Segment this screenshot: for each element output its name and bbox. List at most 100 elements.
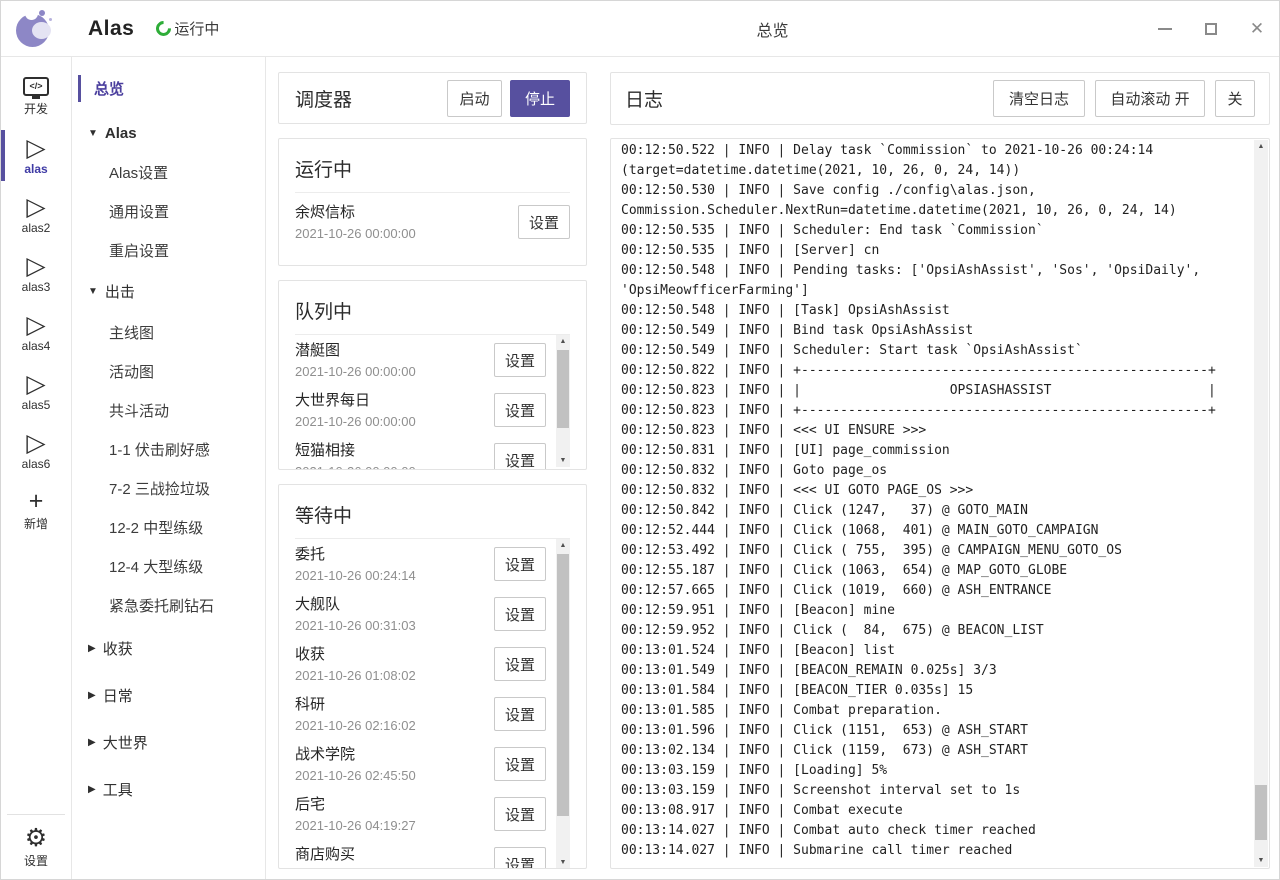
running-title: 运行中	[295, 151, 570, 193]
nav-item-12-2[interactable]: 12-2 中型练级	[72, 508, 265, 547]
play-icon: ▷	[26, 371, 45, 397]
log-scrollbar[interactable]: ▲ ▼	[1254, 140, 1268, 867]
task-setting-button[interactable]: 设置	[494, 797, 546, 831]
task-setting-button[interactable]: 设置	[494, 343, 546, 377]
chevron-right-icon: ▶	[88, 690, 96, 701]
scroll-up-icon[interactable]: ▲	[556, 335, 570, 348]
nav-item-general-settings[interactable]: 通用设置	[72, 192, 265, 231]
nav-group-sortie[interactable]: ▼ 出击	[72, 270, 265, 313]
nav-group-tools[interactable]: ▶ 工具	[72, 766, 265, 813]
nav-group-daily[interactable]: ▶ 日常	[72, 672, 265, 719]
nav-item-urgent-commission[interactable]: 紧急委托刷钻石	[72, 586, 265, 625]
sidebar-item-alas5[interactable]: ▷ alas5	[1, 362, 71, 421]
task-setting-button[interactable]: 设置	[494, 847, 546, 869]
task-row: 战术学院 2021-10-26 02:45:50 设置	[295, 739, 570, 789]
scroll-thumb[interactable]	[1255, 785, 1267, 840]
window-controls: ✕	[1157, 1, 1265, 57]
queue-scrollbar[interactable]: ▲ ▼	[556, 335, 570, 467]
nav-group-reward[interactable]: ▶ 收获	[72, 625, 265, 672]
task-row: 委托 2021-10-26 00:24:14 设置	[295, 539, 570, 589]
task-row: 余烬信标 2021-10-26 00:00:00 设置	[295, 193, 570, 251]
nav-item-restart-settings[interactable]: 重启设置	[72, 231, 265, 270]
titlebar: Alas 运行中 总览 ✕	[1, 1, 1279, 57]
task-row: 收获 2021-10-26 01:08:02 设置	[295, 639, 570, 689]
scroll-down-icon[interactable]: ▼	[556, 856, 570, 869]
app-name: Alas	[88, 17, 134, 41]
scroll-thumb[interactable]	[557, 554, 569, 816]
gear-icon: ⚙	[25, 825, 47, 851]
task-setting-button[interactable]: 设置	[518, 205, 570, 239]
scroll-up-icon[interactable]: ▲	[556, 539, 570, 552]
task-row: 潜艇图 2021-10-26 00:00:00 设置	[295, 335, 570, 385]
clear-log-button[interactable]: 清空日志	[993, 80, 1085, 117]
play-icon: ▷	[26, 194, 45, 220]
chevron-right-icon: ▶	[88, 737, 96, 748]
stop-button[interactable]: 停止	[510, 80, 570, 117]
chevron-right-icon: ▶	[88, 643, 96, 654]
status-text: 运行中	[174, 18, 219, 39]
task-row: 科研 2021-10-26 02:16:02 设置	[295, 689, 570, 739]
instance-sidebar: </> 开发 ▷ alas ▷ alas2 ▷ alas3 ▷ alas4 ▷ …	[1, 57, 72, 879]
nav-group-opsi[interactable]: ▶ 大世界	[72, 719, 265, 766]
task-row: 后宅 2021-10-26 04:19:27 设置	[295, 789, 570, 839]
close-icon[interactable]: ✕	[1249, 21, 1265, 37]
nav-menu: 总览 ▼ Alas Alas设置 通用设置 重启设置 ▼ 出击 主线图 活动图 …	[72, 57, 266, 879]
app-logo-icon	[16, 10, 54, 48]
sidebar-item-dev[interactable]: </> 开发	[1, 67, 71, 126]
task-setting-button[interactable]: 设置	[494, 647, 546, 681]
nav-item-main-map[interactable]: 主线图	[72, 313, 265, 352]
sidebar-item-settings[interactable]: ⚙ 设置	[1, 815, 71, 879]
task-setting-button[interactable]: 设置	[494, 393, 546, 427]
task-setting-button[interactable]: 设置	[494, 443, 546, 470]
nav-item-7-2[interactable]: 7-2 三战捡垃圾	[72, 469, 265, 508]
maximize-icon[interactable]	[1203, 21, 1219, 37]
chevron-right-icon: ▶	[88, 784, 96, 795]
chevron-down-icon: ▼	[88, 286, 98, 297]
scheduler-card: 调度器 启动 停止	[278, 72, 587, 124]
nav-group-alas[interactable]: ▼ Alas	[72, 114, 265, 153]
nav-item-12-4[interactable]: 12-4 大型练级	[72, 547, 265, 586]
waiting-card: 等待中 委托 2021-10-26 00:24:14 设置 大舰队 2021-1…	[278, 484, 587, 869]
sidebar-item-alas4[interactable]: ▷ alas4	[1, 303, 71, 362]
nav-item-1-1[interactable]: 1-1 伏击刷好感	[72, 430, 265, 469]
nav-item-event-map[interactable]: 活动图	[72, 352, 265, 391]
task-row: 短猫相接 2021-10-26 00:00:00 设置	[295, 435, 570, 470]
autoscroll-toggle-button[interactable]: 自动滚动 开	[1095, 80, 1205, 117]
play-icon: ▷	[26, 312, 45, 338]
task-row: 大舰队 2021-10-26 00:31:03 设置	[295, 589, 570, 639]
running-spinner-icon	[153, 18, 174, 39]
scroll-thumb[interactable]	[557, 350, 569, 428]
page-title: 总览	[266, 17, 1279, 41]
sidebar-item-alas2[interactable]: ▷ alas2	[1, 185, 71, 244]
play-icon: ▷	[26, 253, 45, 279]
start-button[interactable]: 启动	[447, 80, 502, 117]
task-setting-button[interactable]: 设置	[494, 747, 546, 781]
log-output: 00:12:50.522 | INFO | Delay task `Commis…	[621, 141, 1253, 866]
minimize-icon[interactable]	[1157, 21, 1173, 37]
sidebar-item-alas3[interactable]: ▷ alas3	[1, 244, 71, 303]
scheduler-title: 调度器	[295, 85, 447, 112]
app-window: Alas 运行中 总览 ✕ </> 开发 ▷ alas ▷ alas2	[0, 0, 1280, 880]
scroll-up-icon[interactable]: ▲	[1254, 140, 1268, 153]
play-icon: ▷	[26, 135, 45, 161]
nav-item-overview[interactable]: 总览	[72, 71, 265, 106]
scroll-down-icon[interactable]: ▼	[1254, 854, 1268, 867]
nav-item-alas-settings[interactable]: Alas设置	[72, 153, 265, 192]
scroll-down-icon[interactable]: ▼	[556, 454, 570, 467]
waiting-scrollbar[interactable]: ▲ ▼	[556, 539, 570, 869]
log-header-card: 日志 清空日志 自动滚动 开 关	[610, 72, 1270, 125]
log-off-button[interactable]: 关	[1215, 80, 1255, 117]
plus-icon: +	[29, 488, 44, 514]
add-instance-button[interactable]: + 新增	[1, 480, 71, 539]
task-setting-button[interactable]: 设置	[494, 697, 546, 731]
log-title: 日志	[625, 85, 993, 112]
sidebar-item-alas[interactable]: ▷ alas	[1, 126, 71, 185]
waiting-title: 等待中	[295, 497, 570, 539]
nav-item-coop[interactable]: 共斗活动	[72, 391, 265, 430]
task-setting-button[interactable]: 设置	[494, 547, 546, 581]
running-card: 运行中 余烬信标 2021-10-26 00:00:00 设置	[278, 138, 587, 266]
chevron-down-icon: ▼	[88, 128, 98, 139]
status-indicator: 运行中	[156, 18, 219, 39]
sidebar-item-alas6[interactable]: ▷ alas6	[1, 421, 71, 480]
task-setting-button[interactable]: 设置	[494, 597, 546, 631]
